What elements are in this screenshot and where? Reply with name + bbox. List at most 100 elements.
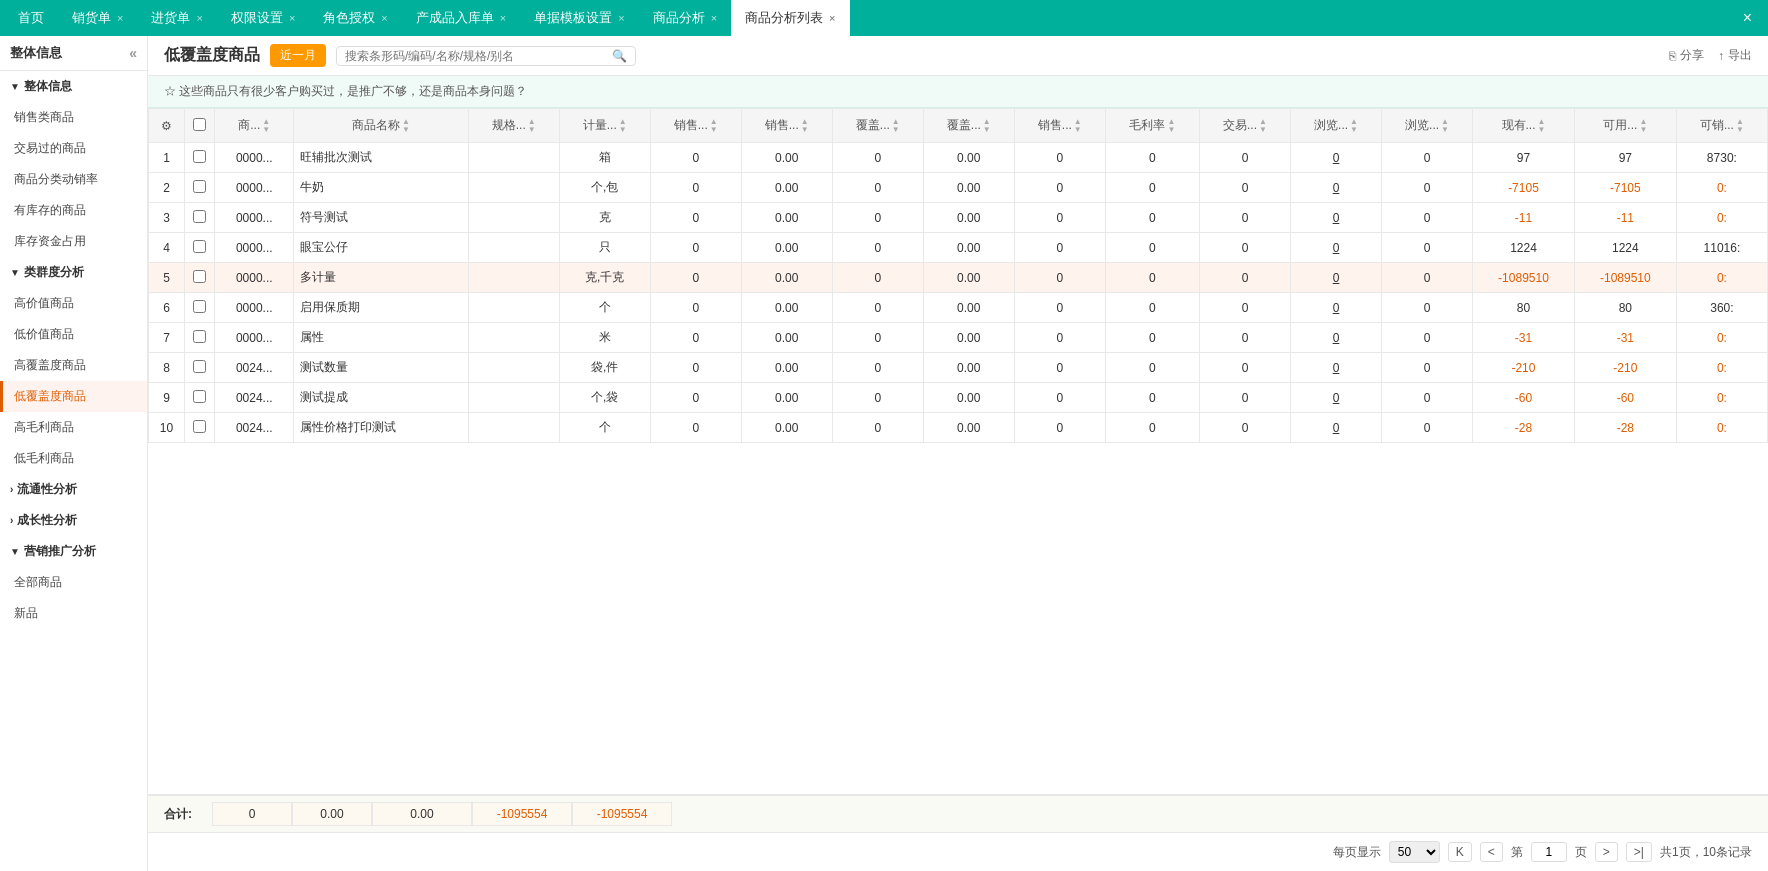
row-select-checkbox[interactable] (193, 360, 206, 373)
sidebar-item-high-coverage[interactable]: 高覆盖度商品 (0, 350, 147, 381)
spec-col-header[interactable]: 规格...▲▼ (468, 109, 559, 143)
row-checkbox[interactable] (185, 143, 215, 173)
row-select-checkbox[interactable] (193, 150, 206, 163)
sidebar-item-traded-goods[interactable]: 交易过的商品 (0, 133, 147, 164)
gross-rate-col-header[interactable]: 毛利率▲▼ (1105, 109, 1199, 143)
row-select-checkbox[interactable] (193, 300, 206, 313)
browse-link[interactable]: 0 (1333, 181, 1340, 195)
next-page-btn[interactable]: > (1595, 842, 1618, 862)
close-tab-permissions[interactable]: × (289, 12, 295, 24)
tab-sales[interactable]: 销货单 × (58, 0, 137, 36)
export-btn[interactable]: ↑ 导出 (1718, 47, 1752, 64)
tab-permissions[interactable]: 权限设置 × (217, 0, 309, 36)
row-checkbox[interactable] (185, 203, 215, 233)
tab-analysis-list[interactable]: 商品分析列表 × (731, 0, 849, 36)
close-tab-analysis-list[interactable]: × (829, 12, 835, 24)
row-select-checkbox[interactable] (193, 270, 206, 283)
sidebar-item-new-goods[interactable]: 新品 (0, 598, 147, 629)
browse-link[interactable]: 0 (1333, 331, 1340, 345)
row-checkbox[interactable] (185, 323, 215, 353)
tab-purchase[interactable]: 进货单 × (137, 0, 216, 36)
browse-link[interactable]: 0 (1333, 421, 1340, 435)
row-select-checkbox[interactable] (193, 240, 206, 253)
row-browse-a[interactable]: 0 (1291, 323, 1382, 353)
first-page-btn[interactable]: K (1448, 842, 1472, 862)
tab-product-entry[interactable]: 产成品入库单 × (402, 0, 520, 36)
row-browse-a[interactable]: 0 (1291, 233, 1382, 263)
tab-home[interactable]: 首页 (4, 0, 58, 36)
coverage-b-col-header[interactable]: 覆盖...▲▼ (923, 109, 1014, 143)
sidebar-group-growth[interactable]: › 成长性分析 (0, 505, 147, 536)
last-page-btn[interactable]: >| (1626, 842, 1652, 862)
filter-btn[interactable]: 近一月 (270, 44, 326, 67)
close-tab-role[interactable]: × (381, 12, 387, 24)
browse-link[interactable]: 0 (1333, 241, 1340, 255)
table-wrapper[interactable]: ⚙ 商...▲▼ 商品名称▲▼ 规格...▲▼ 计量...▲▼ 销售...▲▼ … (148, 108, 1768, 794)
share-btn[interactable]: ⎘ 分享 (1669, 47, 1704, 64)
row-browse-a[interactable]: 0 (1291, 143, 1382, 173)
transaction-col-header[interactable]: 交易...▲▼ (1200, 109, 1291, 143)
sidebar-item-high-profit[interactable]: 高毛利商品 (0, 412, 147, 443)
row-browse-a[interactable]: 0 (1291, 383, 1382, 413)
current-stock-col-header[interactable]: 现有...▲▼ (1473, 109, 1575, 143)
row-browse-a[interactable]: 0 (1291, 203, 1382, 233)
tab-analysis[interactable]: 商品分析 × (639, 0, 731, 36)
row-browse-a[interactable]: 0 (1291, 353, 1382, 383)
browse-link[interactable]: 0 (1333, 391, 1340, 405)
sidebar-item-low-value[interactable]: 低价值商品 (0, 319, 147, 350)
browse-link[interactable]: 0 (1333, 211, 1340, 225)
row-checkbox[interactable] (185, 233, 215, 263)
browse-a-col-header[interactable]: 浏览...▲▼ (1291, 109, 1382, 143)
browse-link[interactable]: 0 (1333, 301, 1340, 315)
checkbox-col-header[interactable] (185, 109, 215, 143)
row-browse-a[interactable]: 0 (1291, 263, 1382, 293)
close-tab-analysis[interactable]: × (711, 12, 717, 24)
row-select-checkbox[interactable] (193, 330, 206, 343)
sidebar-item-inventory-capital[interactable]: 库存资金占用 (0, 226, 147, 257)
close-tab-sales[interactable]: × (117, 12, 123, 24)
browse-link[interactable]: 0 (1333, 361, 1340, 375)
tab-template[interactable]: 单据模板设置 × (520, 0, 638, 36)
sidebar-toggle[interactable]: « (129, 45, 137, 61)
row-checkbox[interactable] (185, 263, 215, 293)
row-checkbox[interactable] (185, 173, 215, 203)
sidebar-item-inventory-goods[interactable]: 有库存的商品 (0, 195, 147, 226)
sales-c-col-header[interactable]: 销售...▲▼ (1014, 109, 1105, 143)
row-select-checkbox[interactable] (193, 180, 206, 193)
sales-qty-col-header[interactable]: 销售...▲▼ (650, 109, 741, 143)
sidebar-group-marketing[interactable]: ▼ 营销推广分析 (0, 536, 147, 567)
sidebar-item-low-profit[interactable]: 低毛利商品 (0, 443, 147, 474)
code-col-header[interactable]: 商...▲▼ (215, 109, 294, 143)
search-input[interactable] (345, 49, 608, 63)
browse-link[interactable]: 0 (1333, 271, 1340, 285)
row-checkbox[interactable] (185, 383, 215, 413)
sidebar-group-flow[interactable]: › 流通性分析 (0, 474, 147, 505)
row-checkbox[interactable] (185, 353, 215, 383)
sidebar-item-sales-rate[interactable]: 商品分类动销率 (0, 164, 147, 195)
row-select-checkbox[interactable] (193, 210, 206, 223)
sidebar-group-category[interactable]: ▼ 类群度分析 (0, 257, 147, 288)
close-tab-purchase[interactable]: × (196, 12, 202, 24)
unit-col-header[interactable]: 计量...▲▼ (559, 109, 650, 143)
sales-amt-col-header[interactable]: 销售...▲▼ (741, 109, 832, 143)
close-all-tabs[interactable]: × (1731, 9, 1764, 27)
sidebar-item-low-coverage[interactable]: 低覆盖度商品 (0, 381, 147, 412)
coverage-a-col-header[interactable]: 覆盖...▲▼ (832, 109, 923, 143)
row-checkbox[interactable] (185, 293, 215, 323)
row-browse-a[interactable]: 0 (1291, 293, 1382, 323)
page-size-select[interactable]: 50 20 100 (1389, 841, 1440, 863)
tab-role[interactable]: 角色授权 × (309, 0, 401, 36)
settings-col-header[interactable]: ⚙ (149, 109, 185, 143)
row-browse-a[interactable]: 0 (1291, 413, 1382, 443)
row-browse-a[interactable]: 0 (1291, 173, 1382, 203)
close-tab-product-entry[interactable]: × (500, 12, 506, 24)
sidebar-item-sales-goods[interactable]: 销售类商品 (0, 102, 147, 133)
saleable-col-header[interactable]: 可销...▲▼ (1676, 109, 1767, 143)
row-select-checkbox[interactable] (193, 420, 206, 433)
sidebar-group-overall[interactable]: ▼ 整体信息 (0, 71, 147, 102)
browse-b-col-header[interactable]: 浏览...▲▼ (1382, 109, 1473, 143)
sidebar-item-high-value[interactable]: 高价值商品 (0, 288, 147, 319)
available-col-header[interactable]: 可用...▲▼ (1574, 109, 1676, 143)
prev-page-btn[interactable]: < (1480, 842, 1503, 862)
browse-link[interactable]: 0 (1333, 151, 1340, 165)
